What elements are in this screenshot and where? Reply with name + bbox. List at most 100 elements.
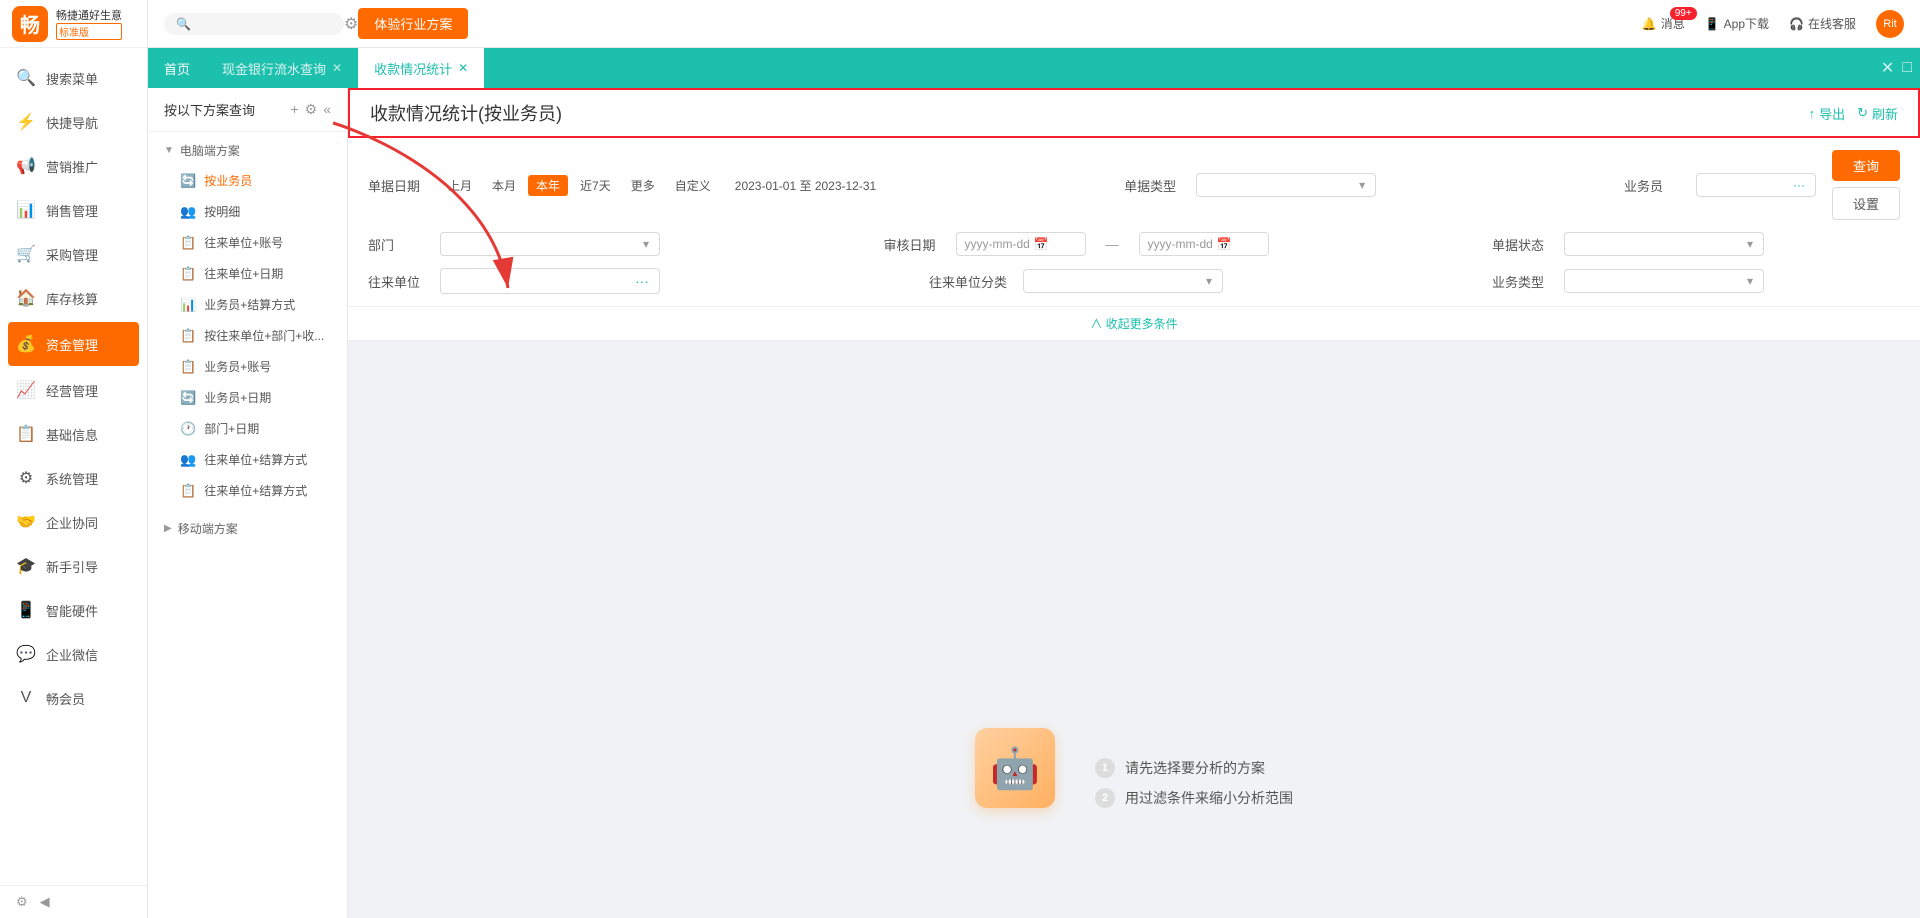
gear-settings-icon[interactable]: ⚙ (344, 14, 358, 34)
query-button[interactable]: 查询 (1832, 150, 1900, 181)
sidebar-item-marketing[interactable]: 📢 营销推广 (0, 144, 147, 188)
sidebar-item-guide[interactable]: 🎓 新手引导 (0, 544, 147, 588)
date-tab-lastmonth[interactable]: 上月 (440, 175, 480, 196)
refresh-button[interactable]: ↻ 刷新 (1857, 104, 1898, 123)
logo-text: 畅捷通好生意 (56, 7, 122, 23)
tab-cashflow-close[interactable]: ✕ (332, 61, 342, 75)
date-label: 单据日期 (368, 176, 424, 195)
collapse-bar: ∧ 收起更多条件 (348, 307, 1920, 341)
page-header: 收款情况统计(按业务员) ↑ 导出 ↻ 刷新 (348, 88, 1920, 138)
scheme-item-icon: 📋 (180, 483, 196, 499)
operations-icon: 📈 (16, 380, 36, 400)
scheme-header: 按以下方案查询 + ⚙ « (148, 88, 347, 132)
filter-area: 单据日期 上月 本月 本年 近7天 更多 自定义 2023-01-01 至 20… (348, 138, 1920, 307)
date-tab-thismonth[interactable]: 本月 (484, 175, 524, 196)
basics-icon: 📋 (16, 424, 36, 444)
scheme-settings-icon[interactable]: ⚙ (305, 101, 318, 118)
sidebar-item-inventory[interactable]: 🏠 库存核算 (0, 276, 147, 320)
scheme-item-partner-date[interactable]: 📋 往来单位+日期 (148, 258, 347, 289)
scheme-add-icon[interactable]: + (290, 101, 298, 118)
more-dots-icon: ··· (635, 273, 649, 289)
scheme-collapse-icon[interactable]: « (323, 101, 331, 118)
review-date-end-value: yyyy-mm-dd (1148, 237, 1213, 251)
chevron-down-icon: ▾ (643, 237, 649, 251)
dept-select[interactable]: ▾ (440, 232, 660, 256)
scheme-item-partner-settle1[interactable]: 👥 往来单位+结算方式 (148, 444, 347, 475)
salesman-select[interactable]: ··· (1696, 173, 1816, 197)
scheme-item-detail[interactable]: 👥 按明细 (148, 196, 347, 227)
sidebar-item-wechat[interactable]: 💬 企业微信 (0, 632, 147, 676)
sidebar-item-system[interactable]: ⚙ 系统管理 (0, 456, 147, 500)
sidebar-item-sales[interactable]: 📊 销售管理 (0, 188, 147, 232)
scheme-item-salesman-account[interactable]: 📋 业务员+账号 (148, 351, 347, 382)
sidebar-logo: 畅 畅捷通好生意 标准版 (0, 0, 147, 48)
wechat-icon: 💬 (16, 644, 36, 664)
date-tab-thisyear[interactable]: 本年 (528, 175, 568, 196)
scheme-item-partner-account[interactable]: 📋 往来单位+账号 (148, 227, 347, 258)
tab-close-all-icon[interactable]: ✕ (1881, 58, 1894, 78)
date-tab-7days[interactable]: 近7天 (572, 175, 619, 196)
tab-collection[interactable]: 收款情况统计 ✕ (358, 48, 484, 88)
partner-category-select[interactable]: ▾ (1023, 269, 1223, 293)
scheme-group-mobile-title[interactable]: ▶ 移动端方案 (148, 514, 347, 543)
scheme-item-dept-date[interactable]: 🕐 部门+日期 (148, 413, 347, 444)
trial-button[interactable]: 体验行业方案 (358, 8, 468, 39)
sidebar-item-purchase[interactable]: 🛒 采购管理 (0, 232, 147, 276)
collapse-label: ∧ 收起更多条件 (1090, 315, 1177, 332)
tab-cashflow[interactable]: 现金银行流水查询 ✕ (206, 48, 358, 88)
scheme-item-salesman-date[interactable]: 🔄 业务员+日期 (148, 382, 347, 413)
settings-button[interactable]: 设置 (1832, 187, 1900, 220)
doc-status-select[interactable]: ▾ (1564, 232, 1764, 256)
calendar-icon: 📅 (1034, 237, 1049, 251)
date-separator: — (1102, 237, 1123, 252)
sidebar: 畅 畅捷通好生意 标准版 🔍 搜索菜单 ⚡ 快捷导航 📢 营销推广 📊 销售管理… (0, 0, 148, 918)
collapse-button[interactable]: ∧ 收起更多条件 (1090, 315, 1177, 332)
online-service-area[interactable]: 🎧 在线客服 (1789, 15, 1856, 32)
review-date-end[interactable]: yyyy-mm-dd 📅 (1139, 232, 1269, 256)
user-avatar[interactable]: Rit (1876, 10, 1904, 38)
scheme-group-desktop-title[interactable]: ▼ 电脑端方案 (148, 136, 347, 165)
scheme-item-partner-settle2[interactable]: 📋 往来单位+结算方式 (148, 475, 347, 506)
partner-select[interactable]: ··· (440, 268, 660, 294)
scheme-item-salesman-settle[interactable]: 📊 业务员+结算方式 (148, 289, 347, 320)
sidebar-item-label: 库存核算 (46, 289, 98, 308)
scheme-item-salesman[interactable]: 🔄 按业务员 (148, 165, 347, 196)
partner-label: 往来单位 (368, 272, 424, 291)
tab-maximize-icon[interactable]: □ (1902, 59, 1912, 77)
scheme-item-icon: 📋 (180, 328, 196, 344)
sidebar-item-basics[interactable]: 📋 基础信息 (0, 412, 147, 456)
doc-type-label: 单据类型 (1124, 176, 1180, 195)
finance-icon: 💰 (16, 334, 36, 354)
sidebar-item-label: 经营管理 (46, 381, 98, 400)
search-bar[interactable]: 🔍 (164, 13, 344, 35)
notification-area[interactable]: 🔔 消息 99+ (1642, 15, 1685, 32)
scheme-item-label: 往来单位+账号 (204, 234, 283, 251)
scheme-panel: 按以下方案查询 + ⚙ « ▼ 电脑端方案 🔄 按业务员 👥 按明细 📋 (148, 88, 348, 918)
tab-home[interactable]: 首页 (148, 48, 206, 88)
collab-icon: 🤝 (16, 512, 36, 532)
notification-badge: 99+ (1670, 7, 1697, 20)
app-download-area[interactable]: 📱 App下载 (1705, 15, 1769, 32)
filter-row-1: 单据日期 上月 本月 本年 近7天 更多 自定义 2023-01-01 至 20… (368, 150, 1900, 220)
sidebar-item-quicknav[interactable]: ⚡ 快捷导航 (0, 100, 147, 144)
sidebar-item-finance[interactable]: 💰 资金管理 (8, 322, 139, 366)
sidebar-item-collab[interactable]: 🤝 企业协同 (0, 500, 147, 544)
sidebar-item-label: 采购管理 (46, 245, 98, 264)
collapse-sidebar-icon[interactable]: ◀ (40, 894, 50, 910)
dept-label: 部门 (368, 235, 424, 254)
tab-collection-close[interactable]: ✕ (458, 61, 468, 75)
sidebar-item-member[interactable]: V 畅会员 (0, 676, 147, 720)
sidebar-item-hardware[interactable]: 📱 智能硬件 (0, 588, 147, 632)
biz-type-select[interactable]: ▾ (1564, 269, 1764, 293)
sidebar-item-operations[interactable]: 📈 经营管理 (0, 368, 147, 412)
tab-bar: 首页 现金银行流水查询 ✕ 收款情况统计 ✕ ✕ □ (148, 48, 1920, 88)
scheme-item-partner-dept[interactable]: 📋 按往来单位+部门+收... (148, 320, 347, 351)
review-date-start[interactable]: yyyy-mm-dd 📅 (956, 232, 1086, 256)
sidebar-item-search[interactable]: 🔍 搜索菜单 (0, 56, 147, 100)
doc-type-select[interactable]: ▾ (1196, 173, 1376, 197)
date-tab-custom[interactable]: 自定义 (667, 175, 719, 196)
settings-icon[interactable]: ⚙ (16, 894, 28, 910)
export-button[interactable]: ↑ 导出 (1809, 104, 1846, 123)
date-tab-more[interactable]: 更多 (623, 175, 663, 196)
chevron-down-icon: ▾ (1747, 274, 1753, 288)
